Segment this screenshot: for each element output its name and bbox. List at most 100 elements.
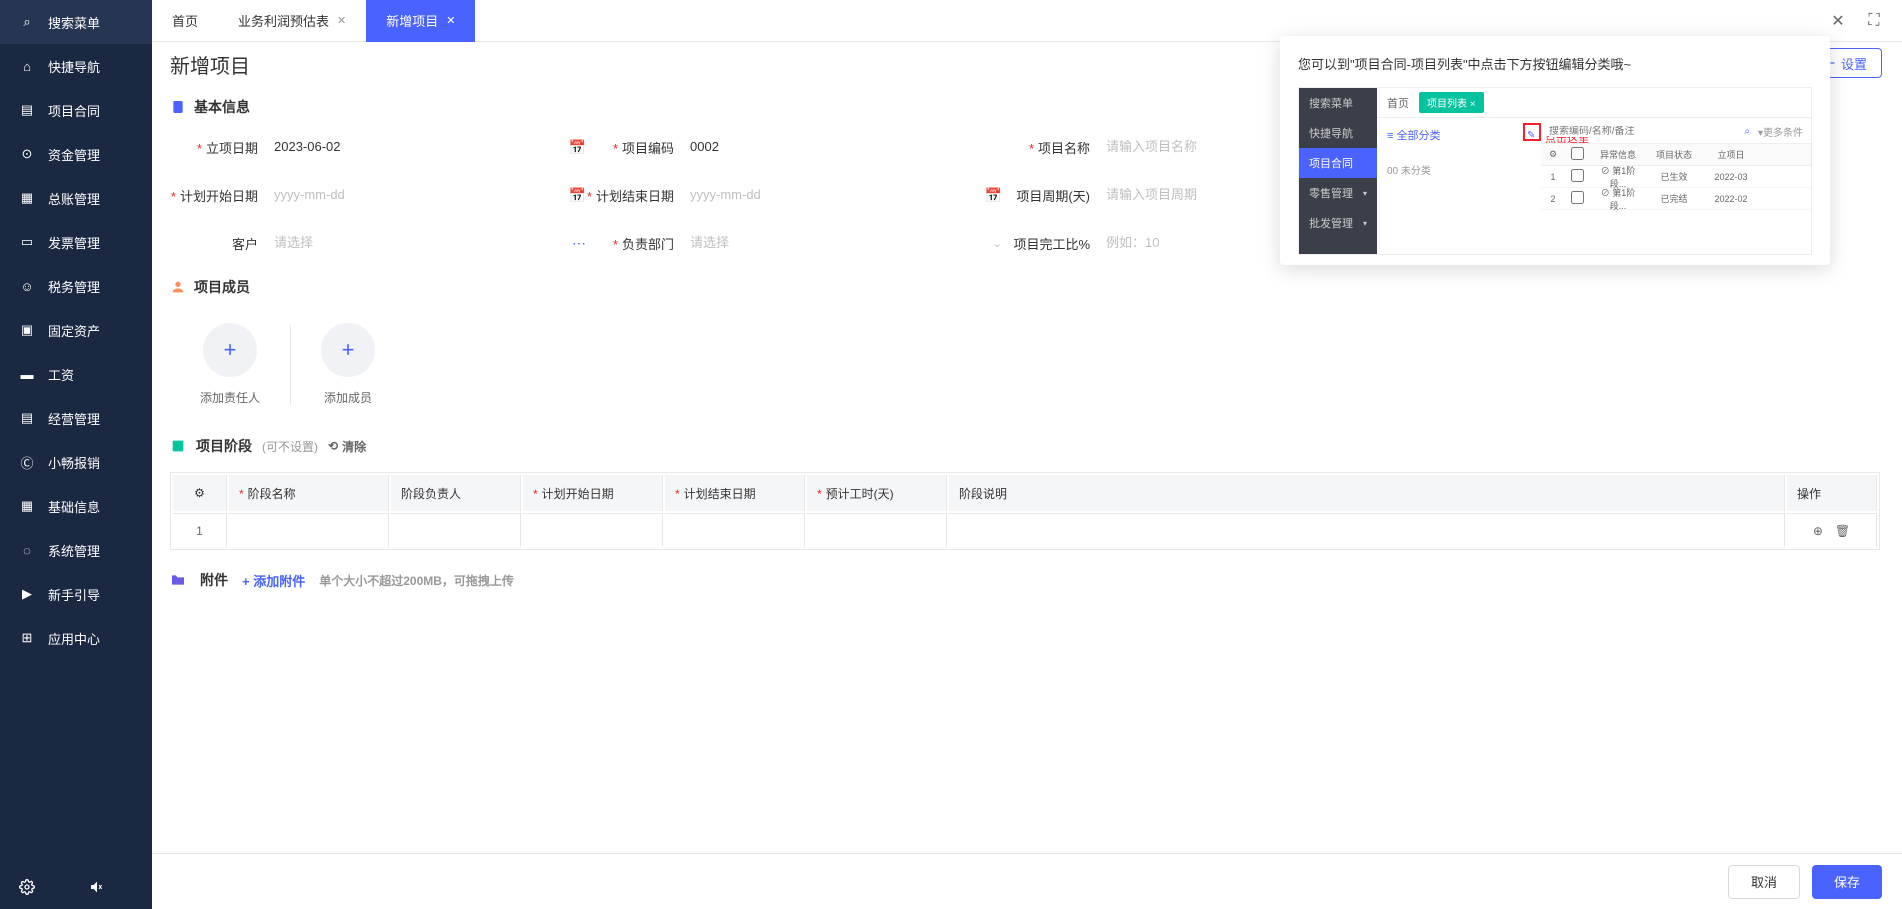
section-members-title: 项目成员 (194, 277, 250, 297)
sidebar: ⌕搜索菜单⌂快捷导航▤项目合同⊙资金管理▦总账管理▭发票管理☺税务管理▣固定资产… (0, 0, 152, 909)
close-icon[interactable]: ✕ (337, 14, 346, 27)
add-row-icon[interactable]: ⊕ (1813, 524, 1823, 538)
calendar-icon[interactable]: 📅 (569, 139, 586, 156)
guide-tooltip: 您可以到"项目合同-项目列表"中点击下方按钮编辑分类哦~ 搜索菜单快捷导航项目合… (1280, 36, 1830, 265)
start-date-input[interactable] (270, 181, 569, 209)
tip-tab[interactable]: 首页 (1387, 95, 1409, 111)
tip-side-item[interactable]: 项目合同 (1299, 148, 1377, 178)
sidebar-item-asset[interactable]: ▣固定资产 (0, 308, 152, 352)
sidebar-item-guide[interactable]: ▶新手引导 (0, 572, 152, 616)
settings-label: 设置 (1841, 54, 1867, 73)
search-icon: ⌕ (18, 13, 36, 31)
init-date-input[interactable] (270, 133, 569, 161)
tab-业务利润预估表[interactable]: 业务利润预估表✕ (218, 0, 366, 42)
asset-icon: ▣ (18, 321, 36, 339)
attach-hint: 单个大小不超过200MB，可拖拽上传 (319, 572, 514, 589)
add-owner-button[interactable]: + 添加责任人 (200, 323, 260, 406)
phase-col-6: 阶段说明 (949, 475, 1785, 511)
end-date-input[interactable] (686, 181, 985, 209)
section-attach-title: 附件 (200, 570, 228, 590)
save-button[interactable]: 保存 (1812, 865, 1882, 899)
cancel-button[interactable]: 取消 (1728, 865, 1800, 899)
sidebar-item-salary[interactable]: ▬工资 (0, 352, 152, 396)
tooltip-text: 您可以到"项目合同-项目列表"中点击下方按钮编辑分类哦~ (1298, 54, 1812, 73)
select-all-checkbox[interactable] (1571, 147, 1584, 160)
home-icon: ⌂ (18, 57, 36, 75)
sidebar-item-biz[interactable]: ▤经营管理 (0, 396, 152, 440)
sidebar-item-reimburse[interactable]: Ⓒ小畅报销 (0, 440, 152, 484)
sidebar-item-invoice[interactable]: ▭发票管理 (0, 220, 152, 264)
users-icon (170, 279, 186, 295)
fullscreen-icon[interactable]: ⛶ (1860, 7, 1888, 35)
phase-col-5: *预计工时(天) (807, 475, 947, 511)
tab-新增项目[interactable]: 新增项目✕ (366, 0, 475, 42)
plus-icon: + (321, 323, 375, 377)
close-panel-icon[interactable]: ✕ (1824, 7, 1852, 35)
sidebar-item-ledger[interactable]: ▦总账管理 (0, 176, 152, 220)
doc-icon: ▤ (18, 101, 36, 119)
chevron-down-icon[interactable]: ⌄ (993, 237, 1002, 250)
code-input[interactable] (686, 133, 1002, 161)
tax-icon: ☺ (18, 277, 36, 295)
sidebar-item-apps[interactable]: ⊞应用中心 (0, 616, 152, 660)
phase-hint: (可不设置) (262, 438, 318, 455)
search-icon[interactable]: ⌕ (1744, 126, 1750, 137)
close-icon[interactable]: ✕ (446, 14, 455, 27)
box-icon (170, 438, 186, 454)
section-basic-title: 基本信息 (194, 97, 250, 117)
ellipsis-icon[interactable]: ⋯ (572, 235, 586, 252)
add-attachment-button[interactable]: + 添加附件 (242, 571, 305, 590)
dept-select[interactable] (686, 229, 993, 257)
phase-col-1: *阶段名称 (229, 475, 389, 511)
filter-icon[interactable]: ▾更多条件 (1758, 124, 1803, 139)
tip-side-item[interactable]: 零售管理 (1299, 178, 1377, 208)
sound-icon[interactable] (88, 878, 106, 896)
tip-side-item[interactable]: 批发管理 (1299, 208, 1377, 238)
sidebar-item-system[interactable]: ◌系统管理 (0, 528, 152, 572)
settings-icon[interactable] (18, 878, 36, 896)
folder-icon (170, 572, 186, 588)
section-attach: 附件 + 添加附件 单个大小不超过200MB，可拖拽上传 (170, 570, 1880, 590)
clear-button[interactable]: ⟲ 清除 (328, 438, 366, 455)
reimburse-icon: Ⓒ (18, 453, 36, 471)
clipboard-icon (170, 99, 186, 115)
sidebar-item-money[interactable]: ⊙资金管理 (0, 132, 152, 176)
phase-table: ⚙*阶段名称阶段负责人*计划开始日期*计划结束日期*预计工时(天)阶段说明操作 … (170, 472, 1880, 550)
phase-col-0: ⚙ (173, 475, 227, 511)
sidebar-item-info[interactable]: ▦基础信息 (0, 484, 152, 528)
page-footer: 取消 保存 (152, 853, 1902, 909)
tooltip-category: 全部分类 (1396, 130, 1440, 142)
gear-icon: ⚙ (1541, 149, 1565, 160)
sidebar-item-search[interactable]: ⌕搜索菜单 (0, 0, 152, 44)
sidebar-item-tax[interactable]: ☺税务管理 (0, 264, 152, 308)
section-phase-title: 项目阶段 (196, 436, 252, 456)
tooltip-search-input[interactable] (1549, 126, 1736, 137)
section-phase: 项目阶段 (可不设置) ⟲ 清除 ⚙*阶段名称阶段负责人*计划开始日期*计划结束… (170, 436, 1880, 550)
add-member-button[interactable]: + 添加成员 (321, 323, 375, 406)
guide-icon: ▶ (18, 585, 36, 603)
customer-select[interactable] (270, 229, 572, 257)
table-row[interactable]: 1⊕🗑 (173, 513, 1877, 547)
delete-row-icon[interactable]: 🗑 (1835, 524, 1850, 538)
phase-col-4: *计划结束日期 (665, 475, 805, 511)
phase-col-3: *计划开始日期 (523, 475, 663, 511)
calendar-icon[interactable]: 📅 (569, 187, 586, 204)
biz-icon: ▤ (18, 409, 36, 427)
sidebar-item-home[interactable]: ⌂快捷导航 (0, 44, 152, 88)
info-icon: ▦ (18, 497, 36, 515)
tab-首页[interactable]: 首页 (152, 0, 218, 42)
tip-side-item[interactable]: 快捷导航 (1299, 118, 1377, 148)
calendar-icon[interactable]: 📅 (985, 187, 1002, 204)
sidebar-footer (0, 865, 152, 909)
tooltip-search: ⌕ ▾更多条件 (1541, 120, 1811, 144)
tooltip-highlight-box: ✎ (1523, 123, 1541, 141)
tip-tab[interactable]: 项目列表 × (1419, 92, 1484, 113)
sidebar-item-doc[interactable]: ▤项目合同 (0, 88, 152, 132)
divider (290, 325, 291, 405)
tip-side-item[interactable]: 搜索菜单 (1299, 88, 1377, 118)
tip-table-row[interactable]: 2⊘ 第1阶段...已完结2022-02 (1541, 188, 1811, 210)
tip-table-row[interactable]: 1⊘ 第1阶段...已生效2022-03 (1541, 166, 1811, 188)
apps-icon: ⊞ (18, 629, 36, 647)
tooltip-preview: 搜索菜单快捷导航项目合同零售管理批发管理 首页项目列表 × ≡ 全部分类 ✎ 点… (1298, 87, 1812, 255)
plus-icon: + (203, 323, 257, 377)
